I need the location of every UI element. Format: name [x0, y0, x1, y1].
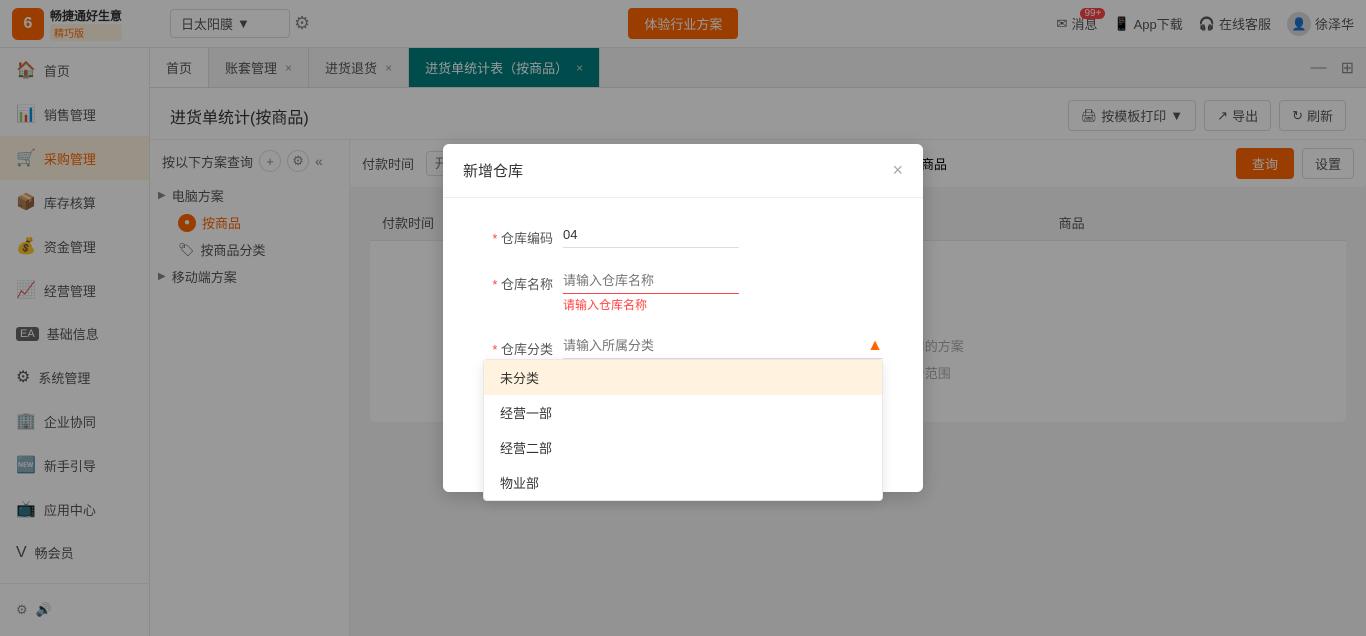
category-dropdown-list: 未分类 经营一部 经营二部 物业部 [483, 359, 883, 501]
form-row-name: 仓库名称 请输入仓库名称 [483, 268, 883, 313]
modal-header: 新增仓库 × [443, 144, 923, 198]
form-row-code: 仓库编码 [483, 222, 883, 248]
warehouse-category-label: 仓库分类 [483, 333, 563, 358]
warehouse-code-wrapper [563, 222, 883, 248]
category-option-dept1[interactable]: 经营一部 [484, 395, 882, 430]
category-input[interactable] [563, 333, 883, 359]
modal-close-button[interactable]: × [892, 160, 903, 181]
warehouse-name-wrapper [563, 268, 739, 294]
category-dropdown-wrapper: ▲ 未分类 经营一部 经营二部 物业部 [563, 333, 883, 359]
form-row-name-inner: 仓库名称 [483, 268, 739, 294]
category-option-dept2[interactable]: 经营二部 [484, 430, 882, 465]
warehouse-name-label: 仓库名称 [483, 268, 563, 293]
category-option-uncategorized[interactable]: 未分类 [484, 360, 882, 395]
form-row-category: 仓库分类 ▲ 未分类 经营一部 经营二部 物业部 [483, 333, 883, 359]
modal-title: 新增仓库 [463, 160, 523, 181]
modal-body: 仓库编码 仓库名称 请输入仓库名称 仓库分类 [443, 198, 923, 429]
warehouse-modal: 新增仓库 × 仓库编码 仓库名称 请输入仓库名称 [443, 144, 923, 492]
warehouse-code-label: 仓库编码 [483, 222, 563, 247]
warehouse-name-input[interactable] [563, 268, 739, 294]
warehouse-code-input[interactable] [563, 222, 739, 248]
warehouse-name-error: 请输入仓库名称 [483, 296, 647, 313]
category-option-dept3[interactable]: 物业部 [484, 465, 882, 500]
modal-overlay[interactable]: 新增仓库 × 仓库编码 仓库名称 请输入仓库名称 [0, 0, 1366, 636]
category-dropdown-arrow[interactable]: ▲ [867, 337, 883, 355]
